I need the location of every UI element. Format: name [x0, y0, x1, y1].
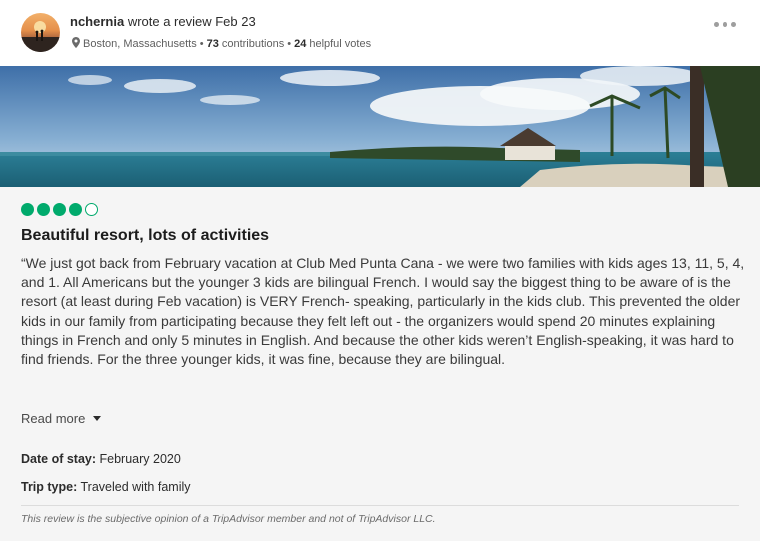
- rating-bubble-icon: [37, 203, 50, 216]
- meta-separator: •: [199, 38, 204, 50]
- read-more-label: Read more: [21, 411, 86, 426]
- rating-bubble-icon: [85, 203, 98, 216]
- more-options-icon[interactable]: [714, 18, 737, 30]
- contributions-label: contributions: [221, 38, 285, 50]
- rating-bubbles: [21, 203, 98, 216]
- review-body: “We just got back from February vacation…: [21, 255, 745, 368]
- reviewer-meta: Boston, Massachusetts • 73 contributions…: [72, 37, 371, 51]
- chevron-down-icon: [93, 416, 102, 421]
- rating-bubble-icon: [69, 203, 82, 216]
- reviewer-line: nchernia wrote a review Feb 23: [70, 14, 256, 29]
- date-of-stay-value: February 2020: [99, 452, 181, 466]
- trip-type: Trip type: Traveled with family: [21, 480, 191, 494]
- review-header: nchernia wrote a review Feb 23 Boston, M…: [0, 0, 760, 66]
- trip-type-value: Traveled with family: [80, 480, 191, 494]
- rating-bubble-icon: [53, 203, 66, 216]
- map-pin-icon: [72, 37, 80, 51]
- contributions-count: 73: [206, 38, 219, 50]
- reviewer-location: Boston, Massachusetts: [83, 38, 197, 50]
- helpful-votes-count: 24: [294, 38, 307, 50]
- review-content: Beautiful resort, lots of activities “We…: [0, 187, 760, 541]
- meta-separator: •: [287, 38, 292, 50]
- divider: [21, 505, 739, 506]
- reviewer-name[interactable]: nchernia: [70, 14, 124, 29]
- review-action-text: wrote a review Feb 23: [127, 14, 256, 29]
- review-disclaimer: This review is the subjective opinion of…: [21, 513, 436, 525]
- date-of-stay: Date of stay: February 2020: [21, 452, 181, 466]
- date-of-stay-label: Date of stay:: [21, 452, 97, 466]
- trip-type-label: Trip type:: [21, 480, 78, 494]
- avatar[interactable]: [21, 13, 60, 52]
- review-title[interactable]: Beautiful resort, lots of activities: [21, 227, 269, 245]
- helpful-votes-label: helpful votes: [309, 38, 372, 50]
- rating-bubble-icon: [21, 203, 34, 216]
- review-photo[interactable]: [0, 66, 760, 187]
- read-more-button[interactable]: Read more: [21, 411, 102, 426]
